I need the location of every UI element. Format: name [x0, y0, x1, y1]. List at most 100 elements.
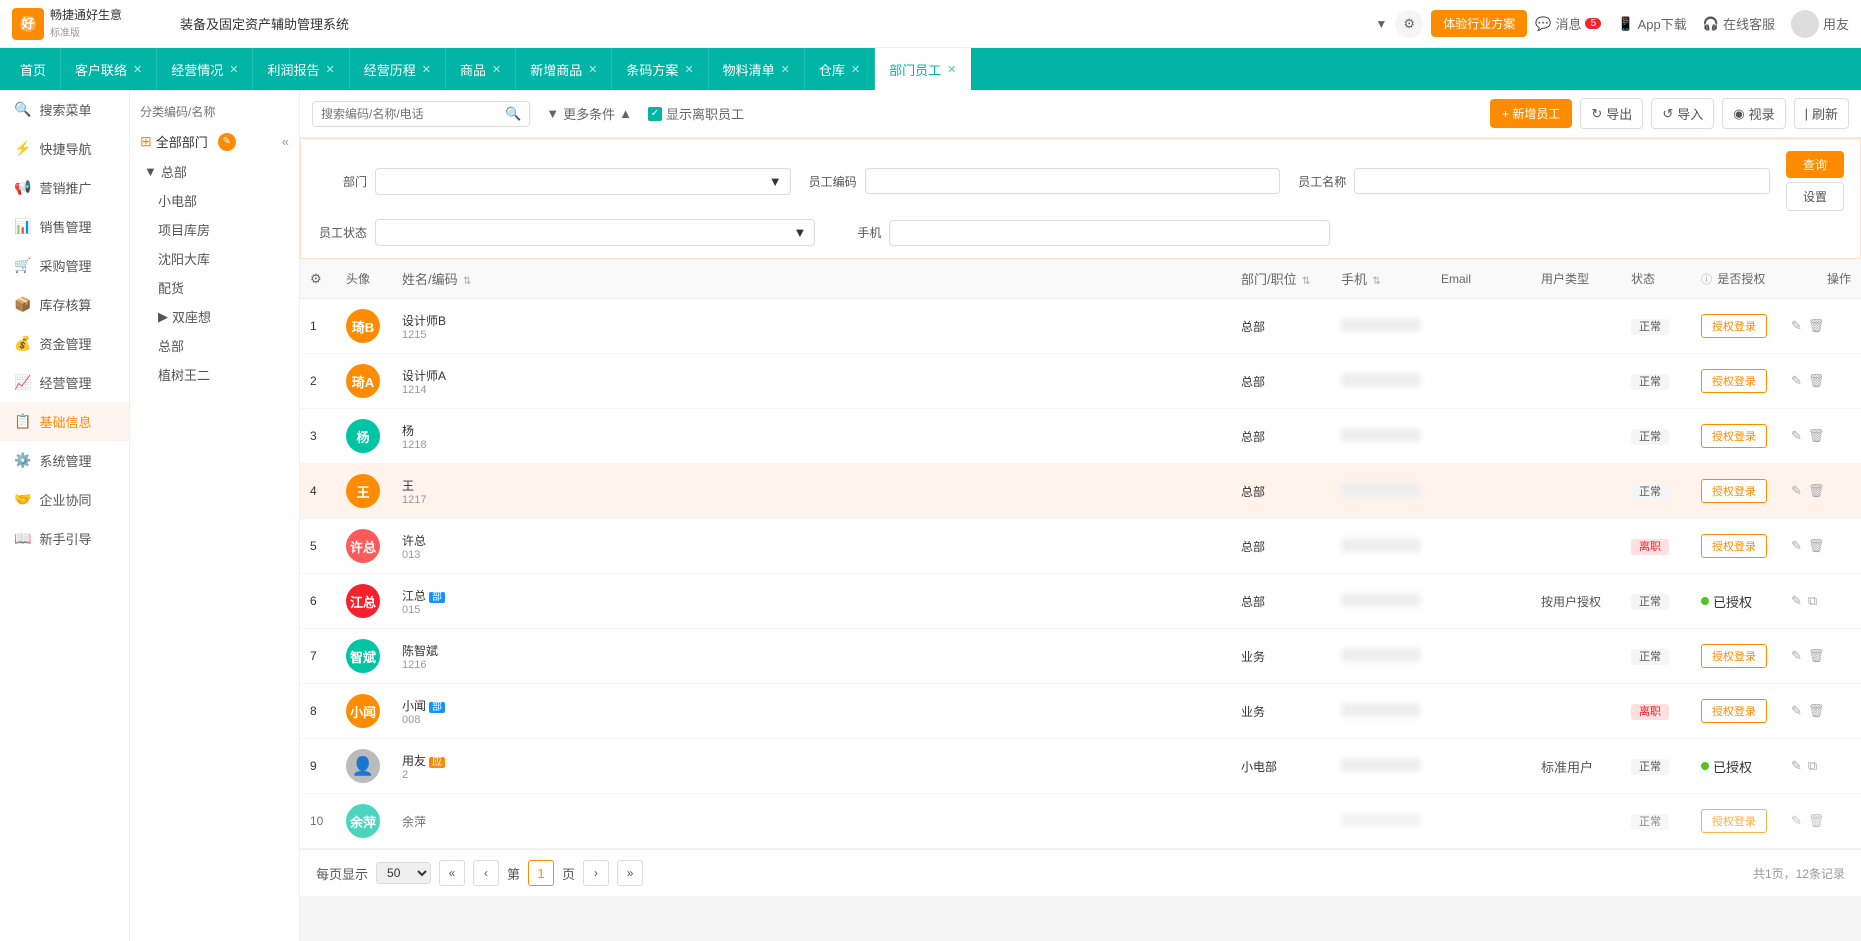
delete-icon-4[interactable]: 🗑	[1808, 483, 1825, 499]
empstatus-select[interactable]: ▼	[375, 219, 815, 246]
sidebar-item-collab[interactable]: 🤝 企业协同	[0, 480, 129, 519]
auth-btn-4[interactable]: 授权登录	[1701, 479, 1767, 503]
dept-node-head[interactable]: ▼ 总部	[130, 157, 299, 186]
close-icon-journey[interactable]: ✕	[422, 63, 431, 76]
edit-icon-2[interactable]: ✎	[1791, 373, 1802, 389]
dept-select[interactable]: ▼	[375, 168, 791, 195]
sidebar-item-purchase[interactable]: 🛒 采购管理	[0, 246, 129, 285]
edit-icon-4[interactable]: ✎	[1791, 483, 1802, 499]
edit-icon-9[interactable]: ✎	[1791, 758, 1802, 774]
copy-icon-6[interactable]: ⧉	[1808, 593, 1817, 609]
close-icon-goods[interactable]: ✕	[492, 63, 501, 76]
sidebar-item-search[interactable]: 🔍 搜索菜单	[0, 90, 129, 129]
next-page-btn[interactable]: ›	[583, 860, 609, 886]
dept-node-peihuo[interactable]: 配货	[130, 273, 299, 302]
col-name-header[interactable]: 姓名/编码 ⇅	[392, 259, 1231, 299]
close-icon-business[interactable]: ✕	[229, 63, 238, 76]
col-dept-header[interactable]: 部门/职位 ⇅	[1231, 259, 1331, 299]
prev-page-btn[interactable]: ‹	[473, 860, 499, 886]
dept-node-shuangzuo[interactable]: ▶ 双座想	[130, 302, 299, 331]
delete-icon-10[interactable]: 🗑	[1808, 813, 1825, 829]
dept-node-xiaodian[interactable]: 小电部	[130, 186, 299, 215]
sidebar-item-system[interactable]: ⚙️ 系统管理	[0, 441, 129, 480]
empcode-input[interactable]	[865, 168, 1281, 194]
edit-icon-1[interactable]: ✎	[1791, 318, 1802, 334]
first-page-btn[interactable]: «	[439, 860, 465, 886]
edit-icon-6[interactable]: ✎	[1791, 593, 1802, 609]
nav-item-employees[interactable]: 部门员工 ✕	[875, 48, 971, 90]
query-button[interactable]: 查询	[1786, 151, 1844, 178]
settings-icon[interactable]: ⚙	[1395, 10, 1423, 38]
sidebar-item-operations[interactable]: 📈 经营管理	[0, 363, 129, 402]
close-icon-barcode[interactable]: ✕	[684, 63, 693, 76]
auth-btn-5[interactable]: 授权登录	[1701, 534, 1767, 558]
auth-btn-8[interactable]: 授权登录	[1701, 699, 1767, 723]
sidebar-item-shortcuts[interactable]: ⚡ 快捷导航	[0, 129, 129, 168]
system-title-dropdown[interactable]: ▼	[1375, 17, 1387, 31]
delete-icon-5[interactable]: 🗑	[1808, 538, 1825, 554]
close-icon-warehouse[interactable]: ✕	[851, 63, 860, 76]
delete-icon-2[interactable]: 🗑	[1808, 373, 1825, 389]
phone-input[interactable]	[889, 220, 1329, 246]
auth-btn-1[interactable]: 授权登录	[1701, 314, 1767, 338]
sidebar-item-sales[interactable]: 📊 销售管理	[0, 207, 129, 246]
close-icon-employees[interactable]: ✕	[947, 63, 956, 76]
dept-search-input[interactable]	[140, 105, 295, 119]
last-page-btn[interactable]: »	[617, 860, 643, 886]
auth-btn-3[interactable]: 授权登录	[1701, 424, 1767, 448]
sidebar-item-finance[interactable]: 💰 资金管理	[0, 324, 129, 363]
auth-btn-7[interactable]: 授权登录	[1701, 644, 1767, 668]
nav-item-bom[interactable]: 物料清单 ✕	[709, 48, 805, 90]
copy-icon-9[interactable]: ⧉	[1808, 758, 1817, 774]
trial-button[interactable]: 体验行业方案	[1431, 10, 1527, 37]
edit-icon-8[interactable]: ✎	[1791, 703, 1802, 719]
more-filter-btn[interactable]: ▼ 更多条件 ▲	[538, 100, 640, 127]
dept-edit-icon[interactable]: ✎	[218, 133, 236, 151]
settings-col-icon[interactable]: ⚙	[310, 271, 322, 286]
nav-item-addgoods[interactable]: 新增商品 ✕	[516, 48, 612, 90]
delete-icon-8[interactable]: 🗑	[1808, 703, 1825, 719]
nav-item-goods[interactable]: 商品 ✕	[446, 48, 516, 90]
app-download-btn[interactable]: 📱 App下载	[1617, 14, 1686, 33]
edit-icon-5[interactable]: ✎	[1791, 538, 1802, 554]
edit-icon-10[interactable]: ✎	[1791, 813, 1802, 829]
close-icon-bom[interactable]: ✕	[781, 63, 790, 76]
dept-node-zhishu[interactable]: 植树王二	[130, 360, 299, 389]
per-page-select[interactable]: 50 100	[376, 862, 431, 884]
set-button[interactable]: 设置	[1786, 182, 1844, 211]
nav-item-customers[interactable]: 客户联络 ✕	[61, 48, 157, 90]
delete-icon-7[interactable]: 🗑	[1808, 648, 1825, 664]
empname-input[interactable]	[1354, 168, 1770, 194]
delete-icon-3[interactable]: 🗑	[1808, 428, 1825, 444]
close-icon-addgoods[interactable]: ✕	[588, 63, 597, 76]
message-btn[interactable]: 💬 消息 5	[1535, 14, 1601, 33]
online-service-btn[interactable]: 🎧 在线客服	[1703, 14, 1775, 33]
sidebar-item-basic-info[interactable]: 📋 基础信息	[0, 402, 129, 441]
nav-item-profit[interactable]: 利润报告 ✕	[253, 48, 349, 90]
sidebar-item-guide[interactable]: 📖 新手引导	[0, 519, 129, 558]
user-profile-btn[interactable]: 用友	[1791, 10, 1849, 38]
nav-item-home[interactable]: 首页	[0, 48, 61, 90]
view-button[interactable]: ◉ 视录	[1722, 98, 1785, 129]
delete-icon-1[interactable]: 🗑	[1808, 318, 1825, 334]
dept-node-project[interactable]: 项目库房	[130, 215, 299, 244]
nav-item-barcode[interactable]: 条码方案 ✕	[612, 48, 708, 90]
dept-node-shenyang[interactable]: 沈阳大库	[130, 244, 299, 273]
refresh-button[interactable]: | 刷新	[1794, 98, 1849, 129]
export-button[interactable]: ↻ 导出	[1580, 98, 1643, 129]
nav-item-business[interactable]: 经营情况 ✕	[157, 48, 253, 90]
auth-btn-10[interactable]: 授权登录	[1701, 809, 1767, 833]
close-icon-customers[interactable]: ✕	[133, 63, 142, 76]
edit-icon-7[interactable]: ✎	[1791, 648, 1802, 664]
auth-btn-2[interactable]: 授权登录	[1701, 369, 1767, 393]
col-phone-header[interactable]: 手机 ⇅	[1331, 259, 1431, 299]
close-icon-profit[interactable]: ✕	[326, 63, 335, 76]
dept-node-zongbu[interactable]: 总部	[130, 331, 299, 360]
nav-item-journey[interactable]: 经营历程 ✕	[350, 48, 446, 90]
nav-item-warehouse[interactable]: 仓库 ✕	[805, 48, 875, 90]
search-input[interactable]	[321, 107, 501, 121]
import-button[interactable]: ↺ 导入	[1651, 98, 1714, 129]
show-resign-toggle[interactable]: ✓ 显示离职员工	[648, 104, 744, 123]
edit-icon-3[interactable]: ✎	[1791, 428, 1802, 444]
sidebar-item-inventory[interactable]: 📦 库存核算	[0, 285, 129, 324]
